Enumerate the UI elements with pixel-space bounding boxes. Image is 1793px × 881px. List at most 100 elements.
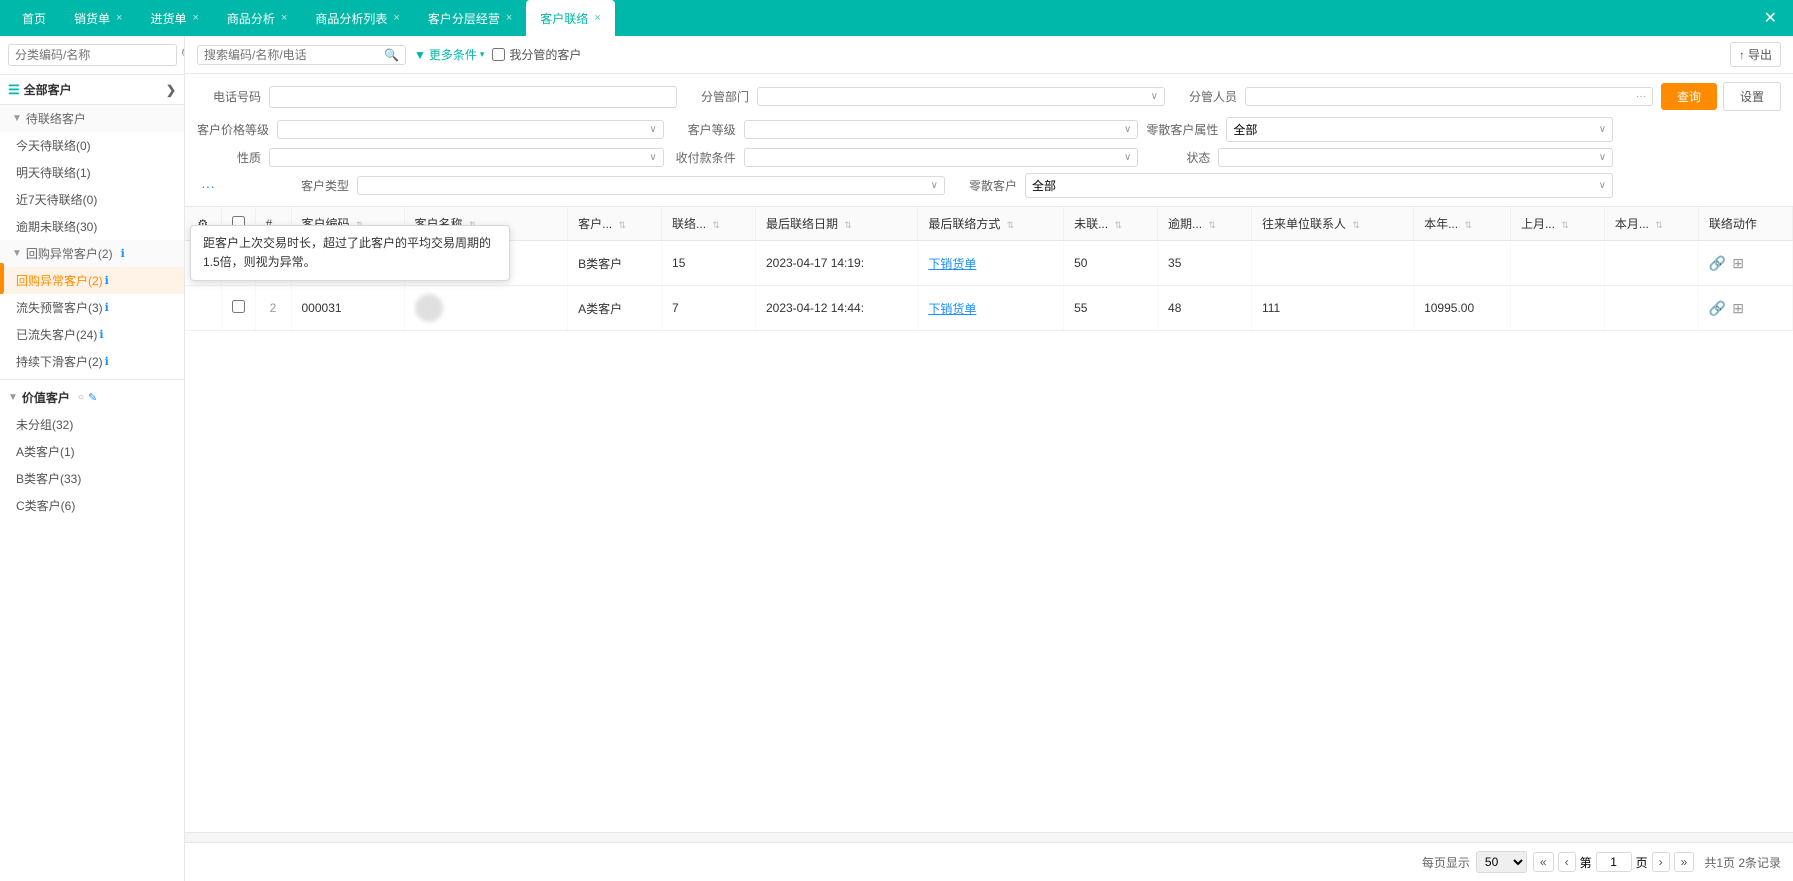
page-number-input[interactable] <box>1596 852 1632 872</box>
settings-button[interactable]: 设置 <box>1723 82 1781 111</box>
sidebar-item-overdue-pending[interactable]: 逾期未联络(30) <box>0 213 184 240</box>
first-page-button[interactable]: « <box>1533 852 1554 872</box>
close-product-analysis-list-icon[interactable]: × <box>393 12 399 24</box>
export-button[interactable]: ↑ 导出 <box>1730 42 1781 67</box>
last-month-header[interactable]: 上月... ⇅ <box>1510 207 1604 241</box>
person-select[interactable]: ··· <box>1245 87 1653 106</box>
my-customers-checkbox[interactable] <box>492 48 505 61</box>
advanced-filter: 电话号码 分管部门 ∨ 分管人员 ··· 查询 设置 <box>185 74 1793 207</box>
type-sort-icon[interactable]: ⇅ <box>618 220 626 230</box>
nav-customer-contact[interactable]: 客户联络 × <box>526 0 614 36</box>
payment-select[interactable]: ∨ <box>744 148 1139 167</box>
sidebar-item-unclassified[interactable]: 未分组(32) <box>0 411 184 438</box>
overdue-header[interactable]: 逾期... ⇅ <box>1158 207 1252 241</box>
sidebar-group-repurchase-abnormal[interactable]: ▼ 回购异常客户(2) ℹ <box>0 240 184 267</box>
nav-customer-stratification[interactable]: 客户分层经营 × <box>414 0 526 36</box>
close-customer-contact-icon[interactable]: × <box>594 12 600 24</box>
search-input[interactable] <box>204 48 384 62</box>
more-conditions-button[interactable]: ▼ 更多条件 ▾ <box>414 46 484 63</box>
sidebar-item-churn-warning[interactable]: 流失预警客户(3) ℹ <box>0 294 184 321</box>
this-month-header[interactable]: 本月... ⇅ <box>1604 207 1698 241</box>
last-page-button[interactable]: » <box>1674 852 1695 872</box>
last-method-sort-icon[interactable]: ⇅ <box>1007 220 1015 230</box>
contact-header[interactable]: 联络... ⇅ <box>662 207 756 241</box>
horizontal-scrollbar[interactable] <box>185 832 1793 842</box>
this-month-sort-icon[interactable]: ⇅ <box>1655 220 1663 230</box>
last-date-header[interactable]: 最后联络日期 ⇅ <box>755 207 917 241</box>
last-month-sort-icon[interactable]: ⇅ <box>1561 220 1569 230</box>
nature-select[interactable]: ∨ <box>269 148 664 167</box>
window-close-button[interactable]: ✕ <box>1756 4 1785 32</box>
sidebar-search-area: 🔍 <box>0 36 184 75</box>
row2-checkbox[interactable] <box>232 300 245 313</box>
info-icon[interactable]: ℹ <box>121 247 125 260</box>
customer-type-select[interactable]: ∨ <box>357 176 945 195</box>
search-icon[interactable]: 🔍 <box>384 48 399 62</box>
sidebar-item-class-a[interactable]: A类客户(1) <box>0 438 184 465</box>
sidebar-item-class-b[interactable]: B类客户(33) <box>0 465 184 492</box>
retail-attr-select[interactable]: 全部∨ <box>1226 117 1613 142</box>
close-product-analysis-icon[interactable]: × <box>281 12 287 24</box>
expand-icon: ▼ <box>12 113 22 124</box>
row1-link-icon[interactable]: 🔗 <box>1709 255 1726 272</box>
sidebar-item-declining[interactable]: 持续下滑客户(2) ℹ <box>0 348 184 375</box>
dept-select[interactable]: ∨ <box>757 87 1165 106</box>
phone-input[interactable] <box>269 86 677 108</box>
unread-sort-icon[interactable]: ⇅ <box>1114 220 1122 230</box>
info-icon-active[interactable]: ℹ <box>105 274 109 287</box>
collapse-icon[interactable]: ❯ <box>166 83 176 97</box>
row2-link-icon[interactable]: 🔗 <box>1709 300 1726 317</box>
sidebar-search-input[interactable] <box>8 44 177 66</box>
unit-contact-sort-icon[interactable]: ⇅ <box>1352 220 1360 230</box>
prev-page-button[interactable]: ‹ <box>1558 852 1576 872</box>
sidebar-item-7day-pending[interactable]: 近7天待联络(0) <box>0 186 184 213</box>
more-filters-dots[interactable]: ··· <box>197 178 219 194</box>
last-method-header[interactable]: 最后联络方式 ⇅ <box>918 207 1064 241</box>
nav-product-analysis[interactable]: 商品分析 × <box>213 0 301 36</box>
nav-product-analysis-list[interactable]: 商品分析列表 × <box>301 0 413 36</box>
unread-header[interactable]: 未联... ⇅ <box>1064 207 1158 241</box>
row2-method-link[interactable]: 下销货单 <box>928 302 976 316</box>
sidebar-item-class-c[interactable]: C类客户(6) <box>0 492 184 519</box>
close-customer-strat-icon[interactable]: × <box>506 12 512 24</box>
close-purchase-order-icon[interactable]: × <box>192 12 198 24</box>
value-edit-icon[interactable]: ✎ <box>88 391 97 404</box>
sidebar-item-tomorrow-pending[interactable]: 明天待联络(1) <box>0 159 184 186</box>
sidebar-group-pending[interactable]: ▼ 待联络客户 <box>0 105 184 132</box>
price-grade-select[interactable]: ∨ <box>277 120 664 139</box>
person-label: 分管人员 <box>1173 88 1245 105</box>
overdue-sort-icon[interactable]: ⇅ <box>1208 220 1216 230</box>
nav-purchase-order[interactable]: 进货单 × <box>136 0 212 36</box>
query-button[interactable]: 查询 <box>1661 83 1717 110</box>
info-icon-churned[interactable]: ℹ <box>99 328 103 341</box>
status-select[interactable]: ∨ <box>1218 148 1613 167</box>
row1-method-link[interactable]: 下销货单 <box>928 257 976 271</box>
nav-sales-order[interactable]: 销货单 × <box>60 0 136 36</box>
filter-bar: 🔍 ▼ 更多条件 ▾ 我分管的客户 ↑ 导出 <box>185 36 1793 74</box>
nav-home[interactable]: 首页 <box>8 0 60 36</box>
page-of-label: 页 <box>1636 854 1648 871</box>
type-header[interactable]: 客户... ⇅ <box>568 207 662 241</box>
row2-grid-icon[interactable]: ⊞ <box>1732 300 1744 317</box>
page-label: 第 <box>1580 854 1592 871</box>
unit-contact-header[interactable]: 往来单位联系人 ⇅ <box>1251 207 1413 241</box>
total-info: 共1页 2条记录 <box>1704 854 1781 871</box>
sidebar-item-churned[interactable]: 已流失客户(24) ℹ <box>0 321 184 348</box>
contact-sort-icon[interactable]: ⇅ <box>712 220 720 230</box>
close-sales-order-icon[interactable]: × <box>116 12 122 24</box>
sidebar-item-today-pending[interactable]: 今天待联络(0) <box>0 132 184 159</box>
this-year-sort-icon[interactable]: ⇅ <box>1464 220 1472 230</box>
sidebar-item-repurchase-abnormal[interactable]: 回购异常客户(2) ℹ <box>0 267 184 294</box>
row1-grid-icon[interactable]: ⊞ <box>1732 255 1744 272</box>
per-page-select[interactable]: 50 100 200 <box>1476 851 1527 873</box>
this-year-header[interactable]: 本年... ⇅ <box>1414 207 1511 241</box>
more-conditions-arrow: ▾ <box>480 49 485 60</box>
edit-icon[interactable]: ○ <box>78 392 84 403</box>
retail-customer-select[interactable]: 全部∨ <box>1025 173 1613 198</box>
last-date-sort-icon[interactable]: ⇅ <box>844 220 852 230</box>
next-page-button[interactable]: › <box>1652 852 1670 872</box>
customer-grade-select[interactable]: ∨ <box>744 120 1139 139</box>
info-icon-declining[interactable]: ℹ <box>105 355 109 368</box>
tooltip-text: 距客户上次交易时长，超过了此客户的平均交易周期的1.5倍，则视为异常。 <box>203 236 491 269</box>
info-icon-warning[interactable]: ℹ <box>105 301 109 314</box>
